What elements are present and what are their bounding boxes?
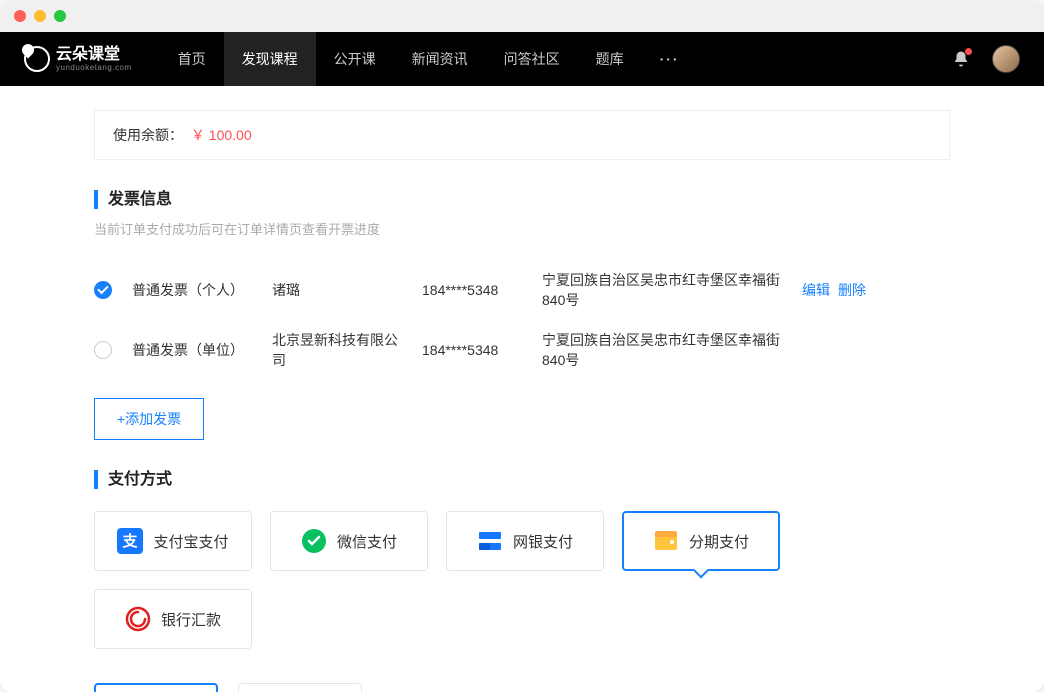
pay-label: 分期支付 xyxy=(689,531,749,552)
balance-box: 使用余额： ￥ 100.00 xyxy=(94,110,950,160)
logo-subtext: yunduoketang.com xyxy=(56,63,132,72)
invoice-row-personal: 普通发票（个人） 诸璐 184****5348 宁夏回族自治区吴忠市红寺堡区幸福… xyxy=(94,260,950,320)
unionpay-icon xyxy=(477,528,503,554)
pay-wechat[interactable]: 微信支付 xyxy=(270,511,428,571)
notification-bell-icon[interactable] xyxy=(952,50,970,68)
period-12[interactable]: 12期 xyxy=(238,683,362,692)
nav-news[interactable]: 新闻资讯 xyxy=(394,32,486,86)
pay-alipay[interactable]: 支 支付宝支付 xyxy=(94,511,252,571)
invoice-edit-link[interactable]: 编辑 xyxy=(802,280,830,300)
payment-title: 支付方式 xyxy=(94,470,950,489)
invoice-section: 发票信息 当前订单支付成功后可在订单详情页查看开票进度 普通发票（个人） 诸璐 … xyxy=(94,190,950,440)
pay-label: 支付宝支付 xyxy=(153,531,228,552)
invoice-radio-company[interactable] xyxy=(94,341,112,359)
invoice-delete-link[interactable]: 删除 xyxy=(838,280,866,300)
pay-bank-transfer[interactable]: 银行汇款 xyxy=(94,589,252,649)
invoice-list: 普通发票（个人） 诸璐 184****5348 宁夏回族自治区吴忠市红寺堡区幸福… xyxy=(94,260,950,380)
invoice-phone: 184****5348 xyxy=(422,342,522,358)
period-6[interactable]: 6期 xyxy=(94,683,218,692)
invoice-type: 普通发票（个人） xyxy=(132,280,252,300)
payment-methods: 支 支付宝支付 微信支付 网银支付 xyxy=(94,511,950,649)
logo-text: 云朵课堂 xyxy=(56,47,132,63)
invoice-title: 发票信息 xyxy=(94,190,950,209)
installment-periods: 6期 12期 xyxy=(94,683,950,692)
pay-label: 网银支付 xyxy=(513,531,573,552)
nav-qa[interactable]: 问答社区 xyxy=(486,32,578,86)
add-invoice-button[interactable]: +添加发票 xyxy=(94,398,204,440)
pay-label: 微信支付 xyxy=(337,531,397,552)
invoice-name: 北京昱新科技有限公司 xyxy=(272,330,402,370)
balance-label: 使用余额： xyxy=(113,127,183,143)
invoice-type: 普通发票（单位） xyxy=(132,340,252,360)
minimize-window-icon[interactable] xyxy=(34,10,46,22)
avatar[interactable] xyxy=(992,45,1020,73)
top-navbar: 云朵课堂 yunduoketang.com 首页 发现课程 公开课 新闻资讯 问… xyxy=(0,32,1044,86)
window-titlebar xyxy=(0,0,1044,32)
balance-amount: ￥ 100.00 xyxy=(191,127,252,143)
invoice-address: 宁夏回族自治区吴忠市红寺堡区幸福街840号 xyxy=(542,270,782,310)
svg-text:支: 支 xyxy=(122,532,139,550)
payment-section: 支付方式 支 支付宝支付 微信支付 xyxy=(94,470,950,692)
pay-label: 银行汇款 xyxy=(161,609,221,630)
nav-links: 首页 发现课程 公开课 新闻资讯 问答社区 题库 ··· xyxy=(160,32,698,86)
invoice-address: 宁夏回族自治区吴忠市红寺堡区幸福街840号 xyxy=(542,330,782,370)
invoice-row-company: 普通发票（单位） 北京昱新科技有限公司 184****5348 宁夏回族自治区吴… xyxy=(94,320,950,380)
alipay-icon: 支 xyxy=(117,528,143,554)
nav-discover-courses[interactable]: 发现课程 xyxy=(224,32,316,86)
bank-icon xyxy=(125,606,151,632)
pay-installment[interactable]: 分期支付 xyxy=(622,511,780,571)
nav-question-bank[interactable]: 题库 xyxy=(578,32,642,86)
wechat-icon xyxy=(301,528,327,554)
invoice-subtitle: 当前订单支付成功后可在订单详情页查看开票进度 xyxy=(94,219,950,238)
invoice-radio-personal[interactable] xyxy=(94,281,112,299)
maximize-window-icon[interactable] xyxy=(54,10,66,22)
close-window-icon[interactable] xyxy=(14,10,26,22)
nav-more-icon[interactable]: ··· xyxy=(642,32,698,86)
wallet-icon xyxy=(653,528,679,554)
invoice-name: 诸璐 xyxy=(272,280,402,300)
pay-unionpay[interactable]: 网银支付 xyxy=(446,511,604,571)
invoice-phone: 184****5348 xyxy=(422,282,522,298)
notification-dot-icon xyxy=(965,48,972,55)
logo-icon xyxy=(24,46,50,72)
logo[interactable]: 云朵课堂 yunduoketang.com xyxy=(24,46,132,72)
nav-home[interactable]: 首页 xyxy=(160,32,224,86)
nav-open-courses[interactable]: 公开课 xyxy=(316,32,394,86)
